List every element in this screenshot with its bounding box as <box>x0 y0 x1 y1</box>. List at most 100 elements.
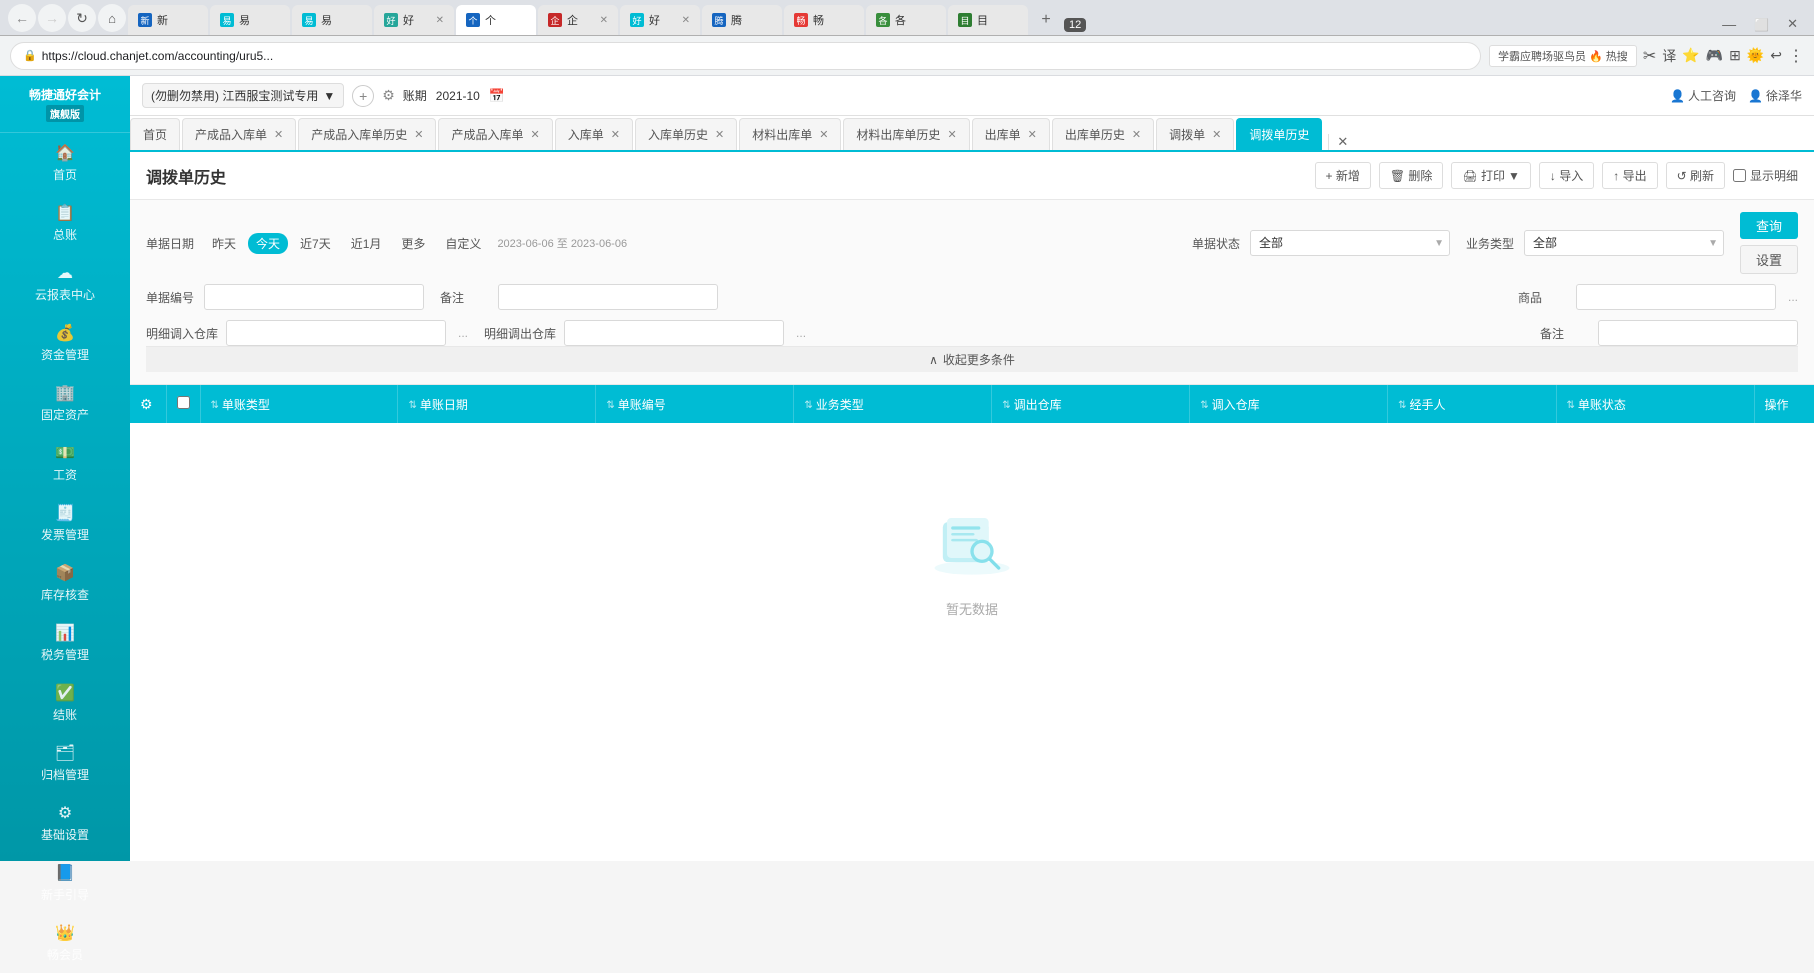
app-tab-stock-out[interactable]: 出库单 ✕ <box>972 118 1050 150</box>
sidebar-item-assets[interactable]: 🏢 固定资产 <box>0 373 130 433</box>
window-maximize[interactable]: ⬜ <box>1746 18 1777 32</box>
browser-tab-6[interactable]: 企 企 ✕ <box>538 5 618 35</box>
browser-tab-10[interactable]: 各 各 <box>866 5 946 35</box>
doc-number-input[interactable] <box>204 284 424 310</box>
sidebar-item-member[interactable]: 👑 畅会员 <box>0 913 130 973</box>
status-select[interactable]: 全部 待审核 已审核 已驳回 <box>1250 230 1450 256</box>
th-gear[interactable]: ⚙ <box>130 385 166 423</box>
detail-in-more-icon[interactable]: ... <box>458 326 468 340</box>
browser-tab-1[interactable]: 新 新 <box>128 5 208 35</box>
th-doc-date[interactable]: ⇅ 单账日期 <box>398 385 596 423</box>
app-tab-transfer[interactable]: 调拨单 ✕ <box>1156 118 1234 150</box>
column-settings-icon[interactable]: ⚙ <box>140 396 153 412</box>
browser-tab-refresh[interactable]: ↻ <box>68 4 96 32</box>
address-bar[interactable]: 🔒 https://cloud.chanjet.com/accounting/u… <box>10 42 1481 70</box>
app-tab-material-out-history[interactable]: 材料出库单历史 ✕ <box>843 118 969 150</box>
refresh-button[interactable]: ↺ 刷新 <box>1666 162 1725 189</box>
select-all-checkbox[interactable] <box>177 396 190 409</box>
tab-close-10[interactable]: ✕ <box>1212 128 1221 141</box>
tab-close-4[interactable]: ✕ <box>611 128 620 141</box>
browser-tab-8[interactable]: 腾 腾 <box>702 5 782 35</box>
collapse-filters-button[interactable]: ∧ 收起更多条件 <box>146 346 1798 372</box>
tab-close-2[interactable]: ✕ <box>414 128 423 141</box>
tab-close-8[interactable]: ✕ <box>1028 128 1037 141</box>
delete-button[interactable]: 🗑 删除 <box>1379 162 1444 189</box>
sidebar-item-archive[interactable]: 🗂 归档管理 <box>0 733 130 793</box>
window-minimize[interactable]: — <box>1714 16 1744 32</box>
query-button[interactable]: 查询 <box>1740 212 1798 239</box>
sidebar-item-tax[interactable]: 📊 税务管理 <box>0 613 130 673</box>
th-checkbox[interactable] <box>166 385 200 423</box>
browser-tab-6-close[interactable]: ✕ <box>600 15 608 26</box>
customer-service-button[interactable]: 👤 人工咨询 <box>1670 87 1736 104</box>
tab-close-7[interactable]: ✕ <box>947 128 956 141</box>
company-selector[interactable]: (勿删勿禁用) 江西服宝测试专用 ▼ <box>142 83 344 108</box>
th-doc-type[interactable]: ⇅ 单账类型 <box>200 385 398 423</box>
browser-tab-5[interactable]: 个 个 <box>456 5 536 35</box>
sidebar-item-invoice[interactable]: 🧾 发票管理 <box>0 493 130 553</box>
sidebar-item-settings[interactable]: ⚙ 基础设置 <box>0 793 130 853</box>
goods-input[interactable] <box>1576 284 1776 310</box>
display-cols-checkbox[interactable] <box>1733 169 1746 182</box>
browser-tab-7[interactable]: 好 好 ✕ <box>620 5 700 35</box>
browser-tab-4[interactable]: 好 好 ✕ <box>374 5 454 35</box>
detail-out-input[interactable] <box>564 320 784 346</box>
browser-tab-9[interactable]: 畅 畅 <box>784 5 864 35</box>
app-tab-material-out[interactable]: 材料出库单 ✕ <box>739 118 841 150</box>
app-tab-transfer-history[interactable]: 调拨单历史 <box>1236 118 1322 150</box>
tab-close-3[interactable]: ✕ <box>531 128 540 141</box>
date-tag-today[interactable]: 今天 <box>248 233 288 254</box>
browser-tab-home[interactable]: ⌂ <box>98 4 126 32</box>
app-tab-stock-in[interactable]: 入库单 ✕ <box>555 118 633 150</box>
app-tab-finished-goods-in-history[interactable]: 产成品入库单历史 ✕ <box>298 118 436 150</box>
browser-tab-2[interactable]: 易 易 <box>210 5 290 35</box>
user-profile-button[interactable]: 👤 徐泽华 <box>1748 87 1802 104</box>
detail-out-more-icon[interactable]: ... <box>796 326 806 340</box>
th-biz-type[interactable]: ⇅ 业务类型 <box>794 385 992 423</box>
browser-tab-7-close[interactable]: ✕ <box>682 15 690 26</box>
th-in-warehouse[interactable]: ⇅ 调入仓库 <box>1190 385 1388 423</box>
browser-tab-4-close[interactable]: ✕ <box>436 15 444 26</box>
tab-close-9[interactable]: ✕ <box>1132 128 1141 141</box>
date-tag-more[interactable]: 更多 <box>393 233 433 254</box>
date-tag-7days[interactable]: 近7天 <box>292 233 339 254</box>
app-tab-stock-out-history[interactable]: 出库单历史 ✕ <box>1052 118 1154 150</box>
th-handler[interactable]: ⇅ 经手人 <box>1388 385 1556 423</box>
sidebar-item-payroll[interactable]: 💵 工资 <box>0 433 130 493</box>
export-button[interactable]: ↑ 导出 <box>1602 162 1657 189</box>
tab-close-6[interactable]: ✕ <box>819 128 828 141</box>
display-cols-toggle[interactable]: 显示明细 <box>1733 167 1798 184</box>
sidebar-item-inventory[interactable]: 📦 库存核查 <box>0 553 130 613</box>
sidebar-item-guide[interactable]: 📘 新手引导 <box>0 853 130 913</box>
biz-type-select[interactable]: 全部 <box>1524 230 1724 256</box>
th-out-warehouse[interactable]: ⇅ 调出仓库 <box>992 385 1190 423</box>
detail-in-input[interactable] <box>226 320 446 346</box>
tab-close-page[interactable]: ✕ <box>1328 134 1356 150</box>
print-button[interactable]: 🖨 打印 ▼ <box>1451 162 1530 189</box>
app-tab-stock-in-history[interactable]: 入库单历史 ✕ <box>635 118 737 150</box>
sidebar-item-close-books[interactable]: ✅ 结账 <box>0 673 130 733</box>
period-selector[interactable]: 账期 2021-10 📅 <box>403 87 505 104</box>
app-tab-home[interactable]: 首页 <box>130 118 180 150</box>
browser-tab-11[interactable]: 目 目 <box>948 5 1028 35</box>
sidebar-item-finance[interactable]: 💰 资金管理 <box>0 313 130 373</box>
sidebar-item-reports[interactable]: ☁ 云报表中心 <box>0 253 130 313</box>
date-tag-custom[interactable]: 自定义 <box>437 233 489 254</box>
sidebar-item-ledger[interactable]: 📋 总账 <box>0 193 130 253</box>
remark2-input[interactable] <box>1598 320 1798 346</box>
browser-tab-3[interactable]: 易 易 <box>292 5 372 35</box>
import-button[interactable]: ↓ 导入 <box>1539 162 1594 189</box>
add-company-button[interactable]: + <box>352 85 374 107</box>
remark-input[interactable] <box>498 284 718 310</box>
goods-more-icon[interactable]: ... <box>1788 290 1798 304</box>
th-doc-number[interactable]: ⇅ 单账编号 <box>596 385 794 423</box>
gear-settings-icon[interactable]: ⚙ <box>382 87 395 104</box>
tab-close-1[interactable]: ✕ <box>274 128 283 141</box>
window-close[interactable]: ✕ <box>1779 16 1806 32</box>
new-tab-button[interactable]: + <box>1034 8 1058 32</box>
tab-close-5[interactable]: ✕ <box>715 128 724 141</box>
app-tab-finished-goods-in[interactable]: 产成品入库单 ✕ <box>182 118 296 150</box>
new-button[interactable]: + 新增 <box>1315 162 1371 189</box>
app-tab-finished-goods-in-2[interactable]: 产成品入库单 ✕ <box>438 118 552 150</box>
sidebar-item-home[interactable]: 🏠 首页 <box>0 133 130 193</box>
